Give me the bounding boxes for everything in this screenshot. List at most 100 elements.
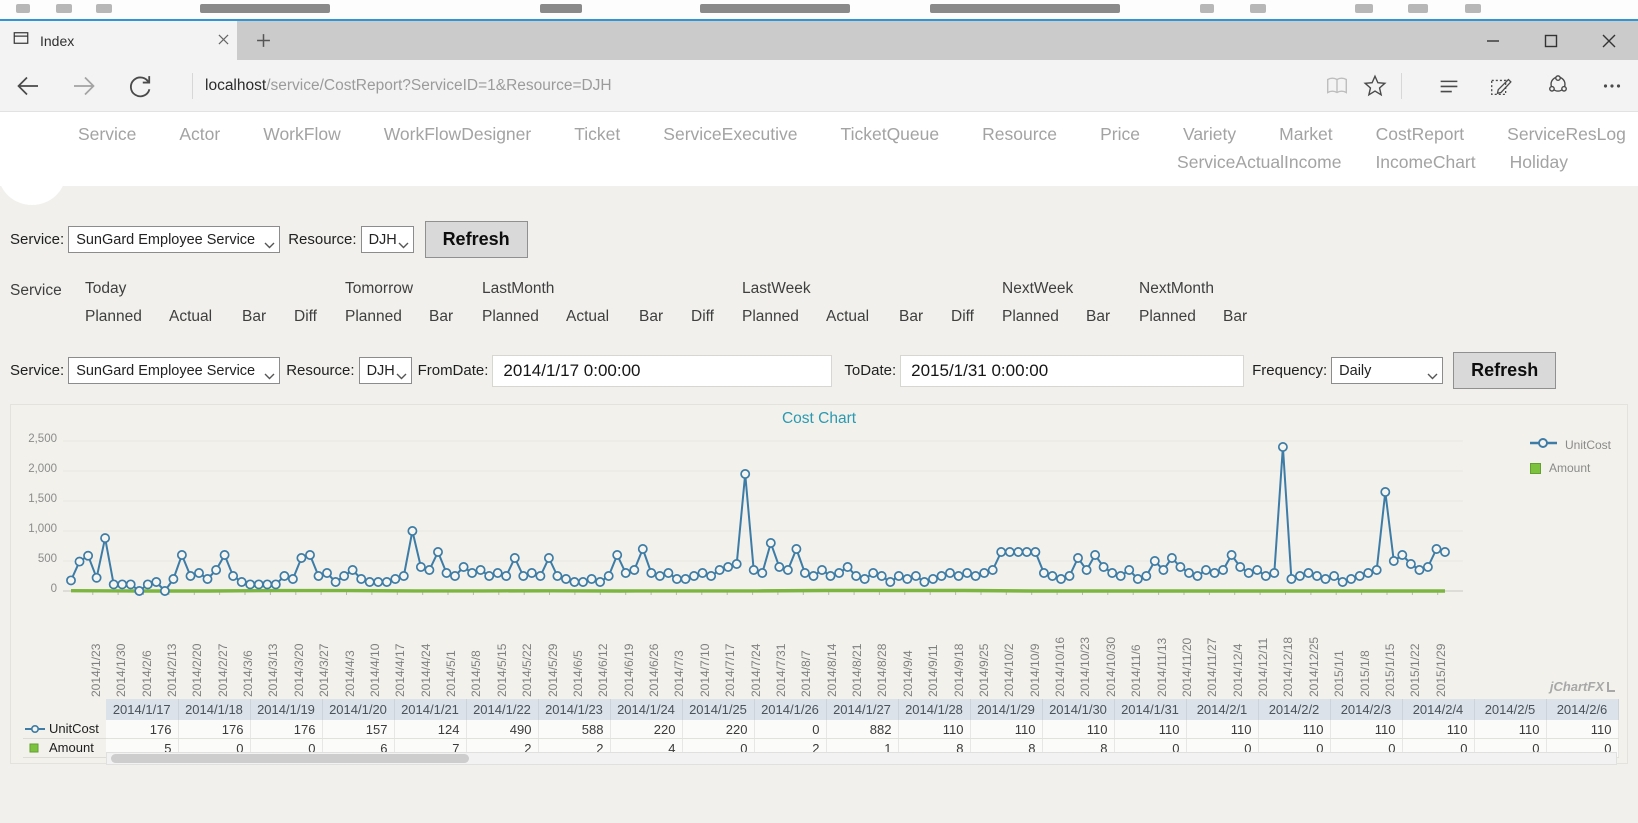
fromdate-input[interactable] bbox=[492, 355, 832, 387]
x-tick-label: 2015/1/22 bbox=[1408, 602, 1422, 697]
service-label: Service: bbox=[10, 231, 64, 248]
background-fragment bbox=[1200, 4, 1214, 13]
tab-index[interactable]: Index bbox=[0, 21, 237, 60]
todate-input[interactable] bbox=[900, 355, 1244, 387]
x-tick-label: 2014/4/3 bbox=[343, 602, 357, 697]
x-tick-label: 2014/10/2 bbox=[1002, 602, 1016, 697]
nav-item-incomechart[interactable]: IncomeChart bbox=[1375, 152, 1475, 173]
nav-item-costreport[interactable]: CostReport bbox=[1376, 124, 1465, 145]
screen: Index bbox=[0, 0, 1638, 823]
chart-plot bbox=[63, 435, 1463, 602]
resource-label: Resource: bbox=[288, 231, 356, 248]
frequency-select[interactable]: Daily bbox=[1331, 357, 1443, 384]
background-fragment bbox=[1465, 4, 1481, 13]
hub-icon[interactable] bbox=[1434, 72, 1464, 100]
nav-item-workflow[interactable]: WorkFlow bbox=[263, 124, 340, 145]
summary-group-today: TodayPlannedActualBarDiff bbox=[85, 280, 345, 326]
nav-item-market[interactable]: Market bbox=[1279, 124, 1332, 145]
x-tick-label: 2014/9/18 bbox=[952, 602, 966, 697]
new-tab-button[interactable] bbox=[246, 21, 280, 60]
table-row: UnitCost17617617615712449058822022008821… bbox=[23, 720, 1618, 739]
forward-icon[interactable] bbox=[68, 70, 100, 102]
table-date-header: 2014/1/22 bbox=[466, 699, 538, 720]
table-date-header: 2014/2/1 bbox=[1186, 699, 1258, 720]
service-label: Service: bbox=[10, 362, 64, 379]
x-tick-label: 2014/6/19 bbox=[622, 602, 636, 697]
favorites-star-icon[interactable] bbox=[1360, 72, 1390, 100]
horizontal-scrollbar[interactable] bbox=[106, 752, 1617, 765]
x-tick-label: 2014/3/20 bbox=[292, 602, 306, 697]
y-tick-label: 0 bbox=[11, 583, 57, 595]
share-icon[interactable] bbox=[1543, 72, 1573, 100]
service-select[interactable]: SunGard Employee Service bbox=[68, 226, 280, 253]
window-controls bbox=[1464, 21, 1638, 60]
summary-col-bar: Bar bbox=[429, 308, 482, 326]
nav-item-service[interactable]: Service bbox=[78, 124, 136, 145]
x-tick-label: 2014/4/17 bbox=[393, 602, 407, 697]
nav-item-ticket[interactable]: Ticket bbox=[574, 124, 620, 145]
nav-item-resource[interactable]: Resource bbox=[982, 124, 1057, 145]
x-tick-label: 2014/8/14 bbox=[825, 602, 839, 697]
web-note-icon[interactable] bbox=[1486, 72, 1516, 100]
nav-item-variety[interactable]: Variety bbox=[1183, 124, 1236, 145]
close-button[interactable] bbox=[1580, 21, 1638, 60]
background-fragment bbox=[1408, 4, 1428, 13]
x-tick-label: 2014/3/27 bbox=[317, 602, 331, 697]
x-tick-label: 2014/2/13 bbox=[165, 602, 179, 697]
x-tick-label: 2014/6/26 bbox=[647, 602, 661, 697]
nav-item-ticketqueue[interactable]: TicketQueue bbox=[841, 124, 940, 145]
nav-item-serviceactualincome[interactable]: ServiceActualIncome bbox=[1177, 152, 1341, 173]
summary-col-bar: Bar bbox=[1223, 308, 1276, 326]
table-date-header: 2014/1/30 bbox=[1042, 699, 1114, 720]
table-date-header: 2014/1/17 bbox=[106, 699, 178, 720]
url-path: /service/CostReport?ServiceID=1&Resource… bbox=[266, 77, 611, 94]
x-tick-label: 2014/11/6 bbox=[1129, 602, 1143, 697]
table-cell: 110 bbox=[1546, 720, 1618, 739]
legend-label: UnitCost bbox=[1565, 438, 1611, 452]
service-select-value: SunGard Employee Service bbox=[76, 232, 255, 248]
todate-label: ToDate: bbox=[844, 362, 896, 379]
more-icon[interactable] bbox=[1597, 72, 1627, 100]
table-cell: 176 bbox=[106, 720, 178, 739]
table-cell: 110 bbox=[970, 720, 1042, 739]
x-tick-label: 2014/11/27 bbox=[1205, 602, 1219, 697]
table-cell: 490 bbox=[466, 720, 538, 739]
resource-select[interactable]: DJH bbox=[361, 226, 414, 253]
maximize-button[interactable] bbox=[1522, 21, 1580, 60]
x-tick-label: 2014/2/27 bbox=[216, 602, 230, 697]
nav-item-workflowdesigner[interactable]: WorkFlowDesigner bbox=[384, 124, 532, 145]
chart-legend: UnitCost Amount bbox=[1530, 437, 1611, 484]
chevron-down-icon bbox=[264, 237, 275, 253]
nav-item-holiday[interactable]: Holiday bbox=[1510, 152, 1568, 173]
table-date-header: 2014/1/27 bbox=[826, 699, 898, 720]
table-cell: 157 bbox=[322, 720, 394, 739]
summary-group-title: NextWeek bbox=[1002, 280, 1139, 308]
refresh-icon[interactable] bbox=[124, 70, 156, 102]
table-cell: 588 bbox=[538, 720, 610, 739]
scrollbar-thumb[interactable] bbox=[111, 754, 469, 763]
service-select-2[interactable]: SunGard Employee Service bbox=[68, 357, 280, 384]
service-select-value: SunGard Employee Service bbox=[76, 363, 255, 379]
x-tick-label: 2014/1/30 bbox=[114, 602, 128, 697]
refresh-button[interactable]: Refresh bbox=[425, 221, 528, 258]
tab-close-icon[interactable] bbox=[218, 32, 229, 50]
minimize-button[interactable] bbox=[1464, 21, 1522, 60]
nav-item-actor[interactable]: Actor bbox=[179, 124, 220, 145]
table-date-header: 2014/2/2 bbox=[1258, 699, 1330, 720]
summary-col-planned: Planned bbox=[482, 308, 566, 326]
nav-item-price[interactable]: Price bbox=[1100, 124, 1140, 145]
url-host: localhost bbox=[205, 77, 266, 94]
address-bar[interactable]: localhost/service/CostReport?ServiceID=1… bbox=[205, 60, 612, 112]
amount-square-icon bbox=[25, 741, 45, 756]
nav-item-serviceexecutive[interactable]: ServiceExecutive bbox=[663, 124, 797, 145]
back-icon[interactable] bbox=[12, 70, 44, 102]
nav-row-1: Service Actor WorkFlow WorkFlowDesigner Tick… bbox=[78, 124, 1626, 145]
unitcost-line-icon bbox=[25, 722, 45, 737]
nav-item-servicereslog[interactable]: ServiceResLog bbox=[1507, 124, 1626, 145]
refresh-button-2[interactable]: Refresh bbox=[1453, 352, 1556, 389]
x-tick-label: 2014/3/13 bbox=[266, 602, 280, 697]
resource-select-2[interactable]: DJH bbox=[359, 357, 412, 384]
reading-view-icon[interactable] bbox=[1322, 72, 1352, 100]
summary-group-lastweek: LastWeekPlannedActualBarDiff bbox=[742, 280, 1002, 326]
table-date-header: 2014/1/19 bbox=[250, 699, 322, 720]
